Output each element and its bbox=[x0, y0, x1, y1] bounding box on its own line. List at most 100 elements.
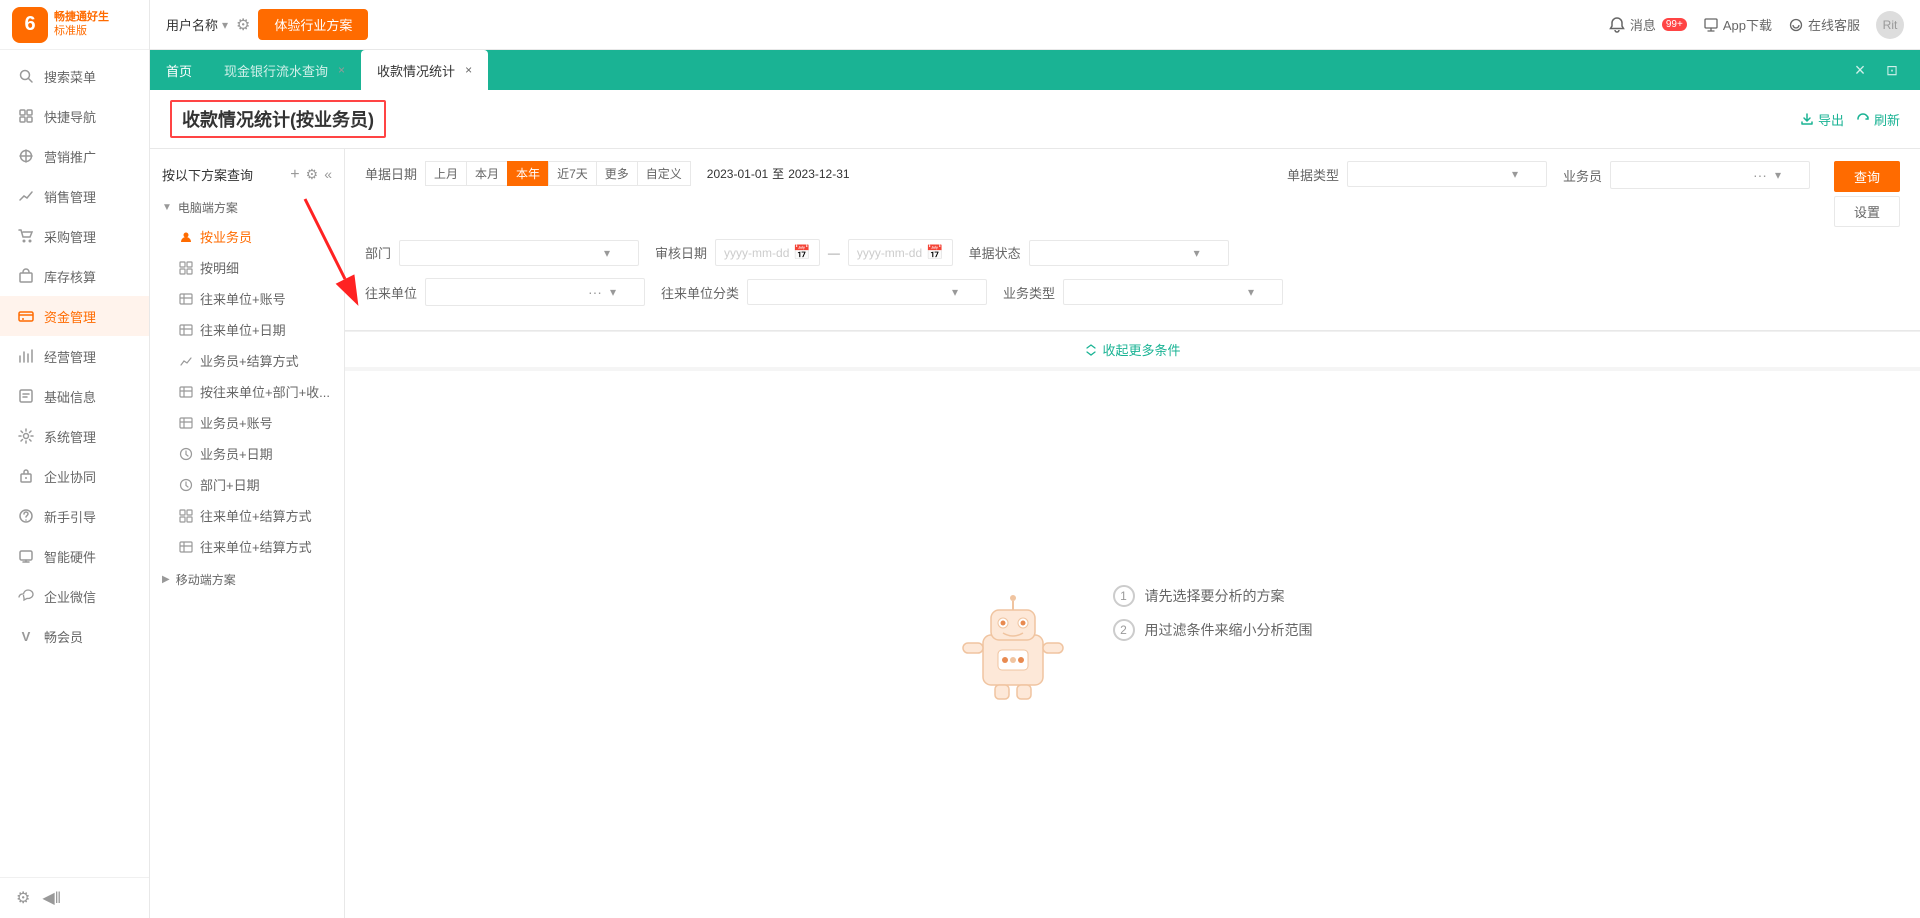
sidebar-item-quick-nav[interactable]: 快捷导航 bbox=[0, 96, 149, 136]
date-tab-more[interactable]: 更多 bbox=[596, 161, 637, 186]
tab-bank-flow[interactable]: 现金银行流水查询 × bbox=[208, 50, 361, 90]
header-settings-icon[interactable]: ⚙ bbox=[236, 15, 250, 35]
window-maximize-btn[interactable]: ⊡ bbox=[1880, 58, 1904, 82]
calendar-from-icon[interactable]: 📅 bbox=[793, 244, 810, 261]
sidebar-item-wechat[interactable]: 企业微信 bbox=[0, 576, 149, 616]
biz-type-filter: 业务类型 ▾ bbox=[1003, 279, 1283, 305]
sidebar-item-system[interactable]: 系统管理 bbox=[0, 416, 149, 456]
trial-button[interactable]: 体验行业方案 bbox=[258, 9, 368, 40]
salesman-select[interactable]: ··· ▾ bbox=[1610, 161, 1810, 189]
header-left: 用户名称 ▾ ⚙ 体验行业方案 bbox=[166, 9, 368, 40]
tree-item-salesman-settle[interactable]: 业务员+结算方式 bbox=[150, 345, 344, 376]
sidebar-item-basic-info[interactable]: 基础信息 bbox=[0, 376, 149, 416]
logo-icon: 6 bbox=[12, 7, 48, 43]
online-service-item[interactable]: 在线客服 bbox=[1788, 15, 1860, 34]
dept-select[interactable]: ▾ bbox=[399, 240, 639, 266]
sidebar-item-inventory[interactable]: 库存核算 bbox=[0, 256, 149, 296]
doc-status-dropdown-icon: ▾ bbox=[1194, 246, 1200, 260]
right-panel: 单据日期 上月 本月 本年 近7天 更多 自定义 bbox=[345, 149, 1920, 918]
sidebar-footer: ⚙ ◀‖ bbox=[0, 877, 149, 918]
panel-collapse-icon[interactable]: « bbox=[324, 166, 332, 184]
date-tab-this-month[interactable]: 本月 bbox=[466, 161, 507, 186]
biz-type-dropdown-icon: ▾ bbox=[1248, 285, 1254, 299]
user-dropdown-arrow[interactable]: ▾ bbox=[222, 18, 228, 32]
panel-icons: + ⚙ « bbox=[290, 166, 332, 184]
sidebar-nav: 搜索菜单 快捷导航 营销推广 销售管理 bbox=[0, 50, 149, 877]
dept-dropdown-icon: ▾ bbox=[604, 246, 610, 260]
tree-item-unit-date[interactable]: 往来单位+日期 bbox=[150, 314, 344, 345]
date-tabs: 上月 本月 本年 近7天 更多 自定义 bbox=[425, 161, 691, 186]
footer-collapse-icon[interactable]: ◀‖ bbox=[42, 888, 61, 908]
salesman-dots-icon[interactable]: ··· bbox=[1753, 167, 1767, 183]
tree-item-unit-settle1[interactable]: 往来单位+结算方式 bbox=[150, 500, 344, 531]
tree-item-by-salesman[interactable]: 按业务员 bbox=[150, 221, 344, 252]
doc-type-dropdown-icon: ▾ bbox=[1512, 167, 1518, 181]
settings-button[interactable]: 设置 bbox=[1834, 196, 1900, 227]
date-tab-last-month[interactable]: 上月 bbox=[425, 161, 466, 186]
page-header: 收款情况统计(按业务员) 导出 刷新 bbox=[150, 90, 1920, 149]
audit-date-from[interactable]: yyyy-mm-dd 📅 bbox=[715, 239, 820, 266]
finance-icon bbox=[16, 306, 36, 326]
user-avatar[interactable]: Rit bbox=[1876, 11, 1904, 39]
sidebar-item-guide[interactable]: 新手引导 bbox=[0, 496, 149, 536]
sales-icon bbox=[16, 186, 36, 206]
sidebar-item-hardware[interactable]: 智能硬件 bbox=[0, 536, 149, 576]
tree-mobile-section: ▶ 移动端方案 bbox=[150, 566, 344, 593]
tab-close-bank-flow[interactable]: × bbox=[338, 63, 345, 77]
window-close-btn[interactable]: × bbox=[1848, 58, 1872, 82]
collapse-button[interactable]: 收起更多条件 bbox=[345, 331, 1920, 367]
tree-item-salesman-account[interactable]: 业务员+账号 bbox=[150, 407, 344, 438]
sidebar-item-operations[interactable]: 经营管理 bbox=[0, 336, 149, 376]
tab-close-collection-stat[interactable]: × bbox=[465, 63, 472, 77]
partner-dots-icon[interactable]: ··· bbox=[588, 284, 602, 300]
doc-status-select[interactable]: ▾ bbox=[1029, 240, 1229, 266]
tab-collection-stat[interactable]: 收款情况统计 × bbox=[361, 50, 488, 90]
filter-row-3: 往来单位 ··· ▾ 往来单位分类 bbox=[365, 278, 1900, 306]
page-title-box: 收款情况统计(按业务员) bbox=[170, 100, 386, 138]
chevron-down-icon: ▼ bbox=[162, 202, 172, 213]
partner-select[interactable]: ··· ▾ bbox=[425, 278, 645, 306]
query-button[interactable]: 查询 bbox=[1834, 161, 1900, 192]
sidebar-item-finance[interactable]: 资金管理 bbox=[0, 296, 149, 336]
tree-item-by-detail[interactable]: 按明细 bbox=[150, 252, 344, 283]
tree-group-mobile[interactable]: ▶ 移动端方案 bbox=[150, 566, 344, 593]
app-download-item[interactable]: App下载 bbox=[1703, 15, 1772, 34]
filter-area: 单据日期 上月 本月 本年 近7天 更多 自定义 bbox=[345, 149, 1920, 331]
calendar-to-icon[interactable]: 📅 bbox=[926, 244, 943, 261]
refresh-button[interactable]: 刷新 bbox=[1856, 110, 1900, 129]
tree-group-desktop[interactable]: ▼ 电脑端方案 bbox=[150, 194, 344, 221]
sidebar-item-enterprise[interactable]: 企业协同 bbox=[0, 456, 149, 496]
audit-date-to[interactable]: yyyy-mm-dd 📅 bbox=[848, 239, 953, 266]
footer-settings-icon[interactable]: ⚙ bbox=[16, 888, 30, 908]
partner-select-wrapper: ··· ▾ bbox=[425, 278, 645, 306]
panel-add-icon[interactable]: + bbox=[290, 166, 299, 184]
date-tab-7days[interactable]: 近7天 bbox=[548, 161, 596, 186]
notification-badge: 99+ bbox=[1662, 18, 1687, 31]
partner-category-select[interactable]: ▾ bbox=[747, 279, 987, 305]
biz-type-select[interactable]: ▾ bbox=[1063, 279, 1283, 305]
user-info: 用户名称 ▾ bbox=[166, 15, 228, 34]
export-button[interactable]: 导出 bbox=[1800, 110, 1844, 129]
date-tab-this-year[interactable]: 本年 bbox=[507, 161, 548, 186]
tree-item-unit-account[interactable]: 往来单位+账号 bbox=[150, 283, 344, 314]
tree-item-salesman-date[interactable]: 业务员+日期 bbox=[150, 438, 344, 469]
sidebar-item-search-menu[interactable]: 搜索菜单 bbox=[0, 56, 149, 96]
partner-dropdown-icon: ▾ bbox=[610, 285, 616, 299]
panel-settings-icon[interactable]: ⚙ bbox=[306, 166, 319, 184]
panel-header: 按以下方案查询 + ⚙ « bbox=[150, 159, 344, 190]
audit-date-filter: 审核日期 yyyy-mm-dd 📅 — yyyy-mm-dd 📅 bbox=[655, 239, 953, 266]
tree-item-dept-date[interactable]: 部门+日期 bbox=[150, 469, 344, 500]
date-tab-custom[interactable]: 自定义 bbox=[637, 161, 691, 186]
step-1-number: 1 bbox=[1113, 585, 1135, 607]
table2-icon bbox=[178, 322, 194, 338]
sidebar-item-sales[interactable]: 销售管理 bbox=[0, 176, 149, 216]
tree-item-unit-settle2[interactable]: 往来单位+结算方式 bbox=[150, 531, 344, 562]
tree-item-unit-dept[interactable]: 按往来单位+部门+收... bbox=[150, 376, 344, 407]
sidebar-item-marketing[interactable]: 营销推广 bbox=[0, 136, 149, 176]
notification-item[interactable]: 消息 99+ bbox=[1608, 15, 1687, 34]
doc-type-select[interactable]: ▾ bbox=[1347, 161, 1547, 187]
tab-home[interactable]: 首页 bbox=[150, 50, 208, 90]
sidebar-item-purchase[interactable]: 采购管理 bbox=[0, 216, 149, 256]
query-actions: 查询 设置 bbox=[1834, 161, 1900, 227]
sidebar-item-member[interactable]: V 畅会员 bbox=[0, 616, 149, 656]
